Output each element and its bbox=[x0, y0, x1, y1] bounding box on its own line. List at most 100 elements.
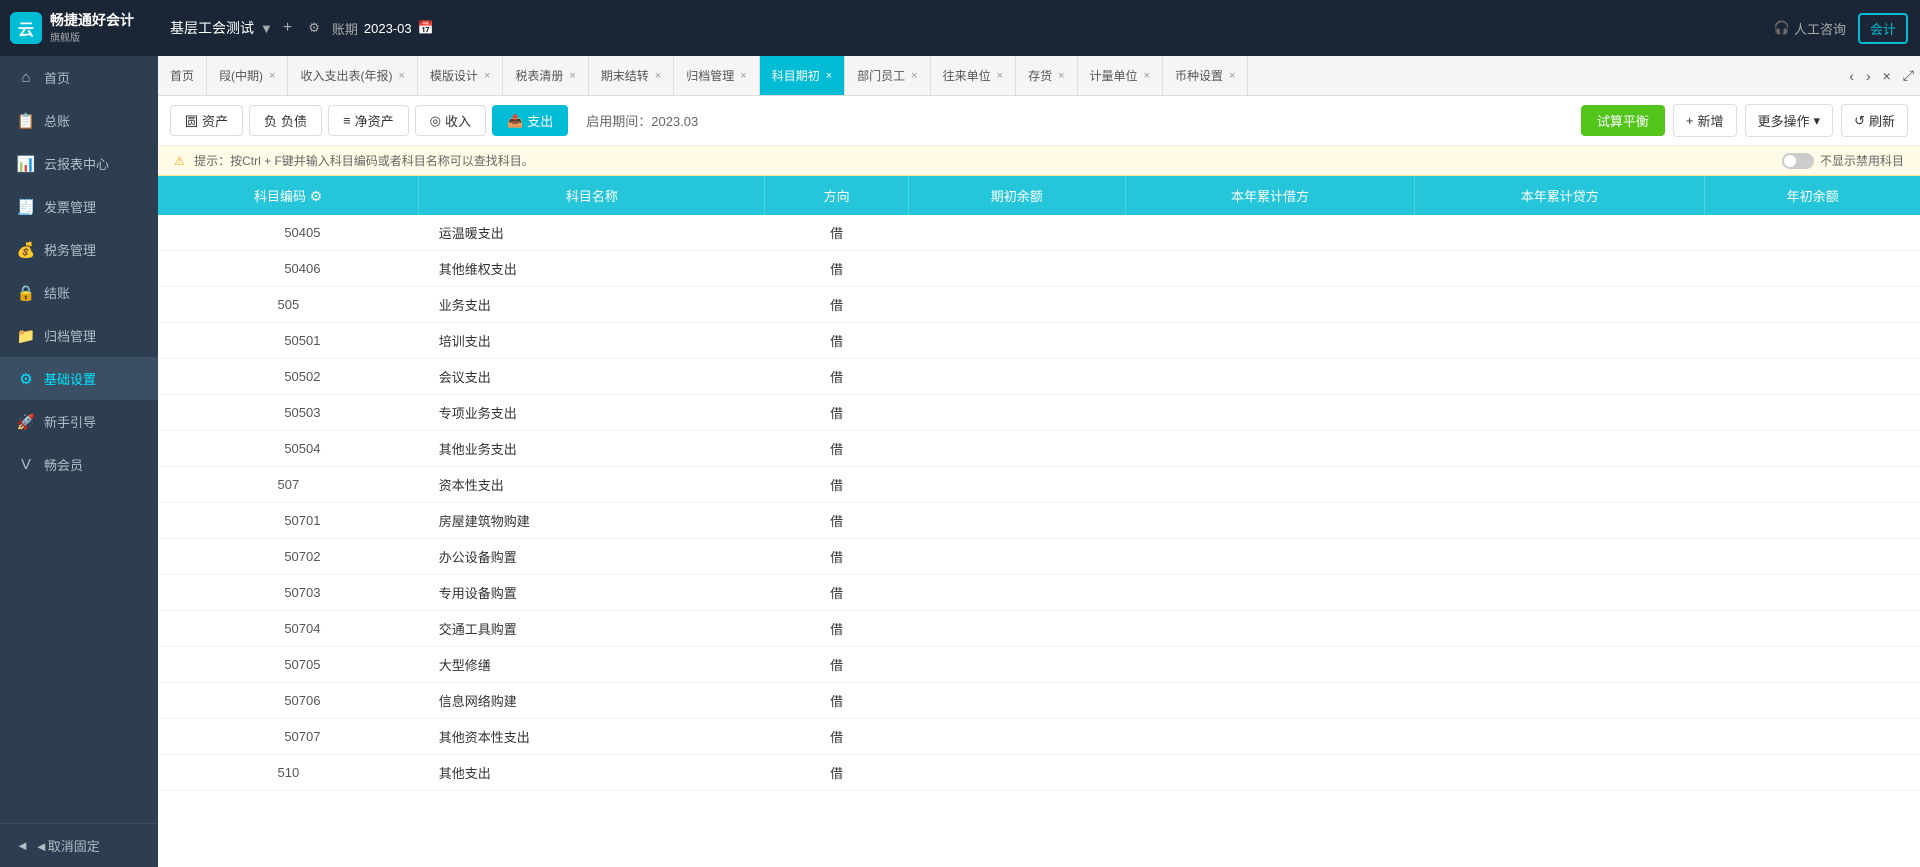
tab-close-period_end[interactable]: × bbox=[655, 70, 661, 82]
cell-opening-balance bbox=[908, 503, 1125, 539]
refresh-btn[interactable]: ↺ 刷新 bbox=[1841, 104, 1908, 137]
cell-ytd-debit bbox=[1125, 647, 1415, 683]
table-row: 50705 大型修缮 借 bbox=[158, 647, 1920, 683]
tab-label-tax_clear: 税表清册 bbox=[515, 67, 563, 84]
cell-opening-balance bbox=[908, 215, 1125, 251]
reports-icon: 📊 bbox=[16, 155, 36, 173]
cell-name: 办公设备购置 bbox=[419, 539, 765, 575]
cell-opening-balance bbox=[908, 755, 1125, 791]
cell-ytd-credit bbox=[1415, 503, 1705, 539]
project-dropdown-btn[interactable]: ▼ bbox=[260, 21, 273, 36]
tab-close-all-btn[interactable]: × bbox=[1877, 68, 1897, 84]
sidebar-item-reports[interactable]: 📊 云报表中心 bbox=[0, 142, 158, 185]
tab-label-home: 首页 bbox=[170, 67, 194, 84]
table-row: 50502 会议支出 借 bbox=[158, 359, 1920, 395]
cell-direction: 借 bbox=[765, 575, 909, 611]
tab-label-dept: 部门员工 bbox=[857, 67, 905, 84]
warning-icon: ⚠ bbox=[174, 154, 185, 168]
add-project-btn[interactable]: + bbox=[283, 19, 292, 37]
col-ytd-credit: 本年累计贷方 bbox=[1415, 176, 1705, 215]
tab-close-midterm[interactable]: × bbox=[269, 70, 275, 82]
cell-ytd-debit bbox=[1125, 683, 1415, 719]
table-row: 50701 房屋建筑物购建 借 bbox=[158, 503, 1920, 539]
tab-subject_init[interactable]: 科目期初 × bbox=[760, 56, 845, 95]
tab-label-subject_init: 科目期初 bbox=[772, 67, 820, 84]
tab-close-subject_init[interactable]: × bbox=[826, 70, 832, 82]
cell-code: 50702 bbox=[158, 539, 419, 575]
tab-next-btn[interactable]: › bbox=[1860, 68, 1877, 84]
sidebar-item-tax[interactable]: 💰 税务管理 bbox=[0, 228, 158, 271]
tab-home[interactable]: 首页 bbox=[158, 56, 207, 95]
table-row: 510 其他支出 借 bbox=[158, 755, 1920, 791]
sidebar-item-invoice[interactable]: 🧾 发票管理 bbox=[0, 185, 158, 228]
cell-direction: 借 bbox=[765, 467, 909, 503]
consult-btn[interactable]: 🎧 人工咨询 bbox=[1774, 19, 1846, 38]
sidebar-item-home[interactable]: ⌂ 首页 bbox=[0, 56, 158, 99]
settings-gear-icon[interactable]: ⚙ bbox=[308, 20, 320, 36]
cell-ytd-credit bbox=[1415, 431, 1705, 467]
cell-direction: 借 bbox=[765, 611, 909, 647]
collapse-icon: ◄ bbox=[16, 838, 29, 853]
subtab-asset[interactable]: 圆资产 bbox=[170, 105, 243, 136]
cell-ytd-credit bbox=[1415, 611, 1705, 647]
subtab-net_asset[interactable]: ≡净资产 bbox=[328, 105, 409, 136]
tab-inventory[interactable]: 存货× bbox=[1016, 56, 1077, 95]
net_asset-subtab-label: 净资产 bbox=[355, 111, 394, 130]
tab-label-period_end: 期末结转 bbox=[601, 67, 649, 84]
cell-year-start bbox=[1705, 467, 1920, 503]
table-container: 科目编码 ⚙ 科目名称 方向 期初余额 本年累计借方 本年累计贷方 年初余额 5… bbox=[158, 176, 1920, 867]
col-ytd-debit: 本年累计借方 bbox=[1125, 176, 1415, 215]
tab-close-dept[interactable]: × bbox=[911, 70, 917, 82]
sidebar-collapse-btn[interactable]: ◄ ◄取消固定 bbox=[0, 823, 158, 867]
tab-tax_clear[interactable]: 税表清册 × bbox=[503, 56, 588, 95]
more-actions-btn[interactable]: 更多操作 ▾ bbox=[1745, 104, 1834, 137]
column-settings-icon[interactable]: ⚙ bbox=[310, 188, 323, 204]
tab-archive_mgmt[interactable]: 归档管理× bbox=[674, 56, 759, 95]
tab-close-unit[interactable]: × bbox=[997, 70, 1003, 82]
tab-close-template[interactable]: × bbox=[484, 70, 490, 82]
period-label: 账期 bbox=[332, 19, 358, 38]
subtab-income[interactable]: ◎收入 bbox=[415, 105, 486, 136]
tab-close-measure[interactable]: × bbox=[1144, 70, 1150, 82]
tab-close-archive_mgmt[interactable]: × bbox=[740, 70, 746, 82]
tab-expand-btn[interactable]: ⤢ bbox=[1897, 67, 1920, 84]
cell-code: 50707 bbox=[158, 719, 419, 755]
tab-close-currency[interactable]: × bbox=[1229, 70, 1235, 82]
cell-opening-balance bbox=[908, 251, 1125, 287]
top-bar: 基层工会测试 ▼ + ⚙ 账期 2023-03 📅 🎧 人工咨询 会计 bbox=[158, 0, 1920, 56]
sidebar-item-member[interactable]: V 畅会员 bbox=[0, 443, 158, 486]
sidebar-item-settings[interactable]: ⚙ 基础设置 bbox=[0, 357, 158, 400]
tab-prev-btn[interactable]: ‹ bbox=[1843, 68, 1860, 84]
tab-currency[interactable]: 币种设置× bbox=[1163, 56, 1248, 95]
subtab-liability[interactable]: 负负债 bbox=[249, 105, 322, 136]
tab-dept[interactable]: 部门员工 × bbox=[845, 56, 930, 95]
sidebar-item-guide[interactable]: 🚀 新手引导 bbox=[0, 400, 158, 443]
tab-unit[interactable]: 往来单位× bbox=[931, 56, 1016, 95]
disable-toggle[interactable] bbox=[1782, 153, 1814, 169]
sidebar-label-member: 畅会员 bbox=[44, 455, 83, 474]
add-btn[interactable]: + 新增 bbox=[1673, 104, 1737, 137]
cell-direction: 借 bbox=[765, 287, 909, 323]
calendar-icon[interactable]: 📅 bbox=[418, 20, 434, 36]
tab-measure[interactable]: 计量单位× bbox=[1078, 56, 1163, 95]
tab-period_end[interactable]: 期末结转 × bbox=[589, 56, 674, 95]
tab-close-tax_clear[interactable]: × bbox=[569, 70, 575, 82]
sidebar-item-archive[interactable]: 📁 归档管理 bbox=[0, 314, 158, 357]
tab-income_report[interactable]: 收入支出表(年报)× bbox=[288, 56, 417, 95]
calc-balance-btn[interactable]: 试算平衡 bbox=[1581, 105, 1665, 136]
sidebar-label-guide: 新手引导 bbox=[44, 412, 96, 431]
tab-bar: 首页叚(中期)×收入支出表(年报)×模版设计×税表清册×期末结转×归档管理×科目… bbox=[158, 56, 1920, 96]
user-role-btn[interactable]: 会计 bbox=[1858, 13, 1908, 44]
cell-direction: 借 bbox=[765, 647, 909, 683]
subtab-expense[interactable]: 📤支出 bbox=[492, 105, 568, 136]
sidebar-item-ledger[interactable]: 📋 总账 bbox=[0, 99, 158, 142]
tab-template[interactable]: 模版设计× bbox=[418, 56, 503, 95]
cell-opening-balance bbox=[908, 323, 1125, 359]
tab-close-income_report[interactable]: × bbox=[398, 70, 404, 82]
table-row: 50501 培训支出 借 bbox=[158, 323, 1920, 359]
table-row: 50706 信息网络购建 借 bbox=[158, 683, 1920, 719]
sidebar-item-close[interactable]: 🔒 结账 bbox=[0, 271, 158, 314]
tab-nav-controls: ‹ › × ⤢ bbox=[1843, 67, 1920, 84]
tab-midterm[interactable]: 叚(中期)× bbox=[207, 56, 288, 95]
tab-close-inventory[interactable]: × bbox=[1058, 70, 1064, 82]
